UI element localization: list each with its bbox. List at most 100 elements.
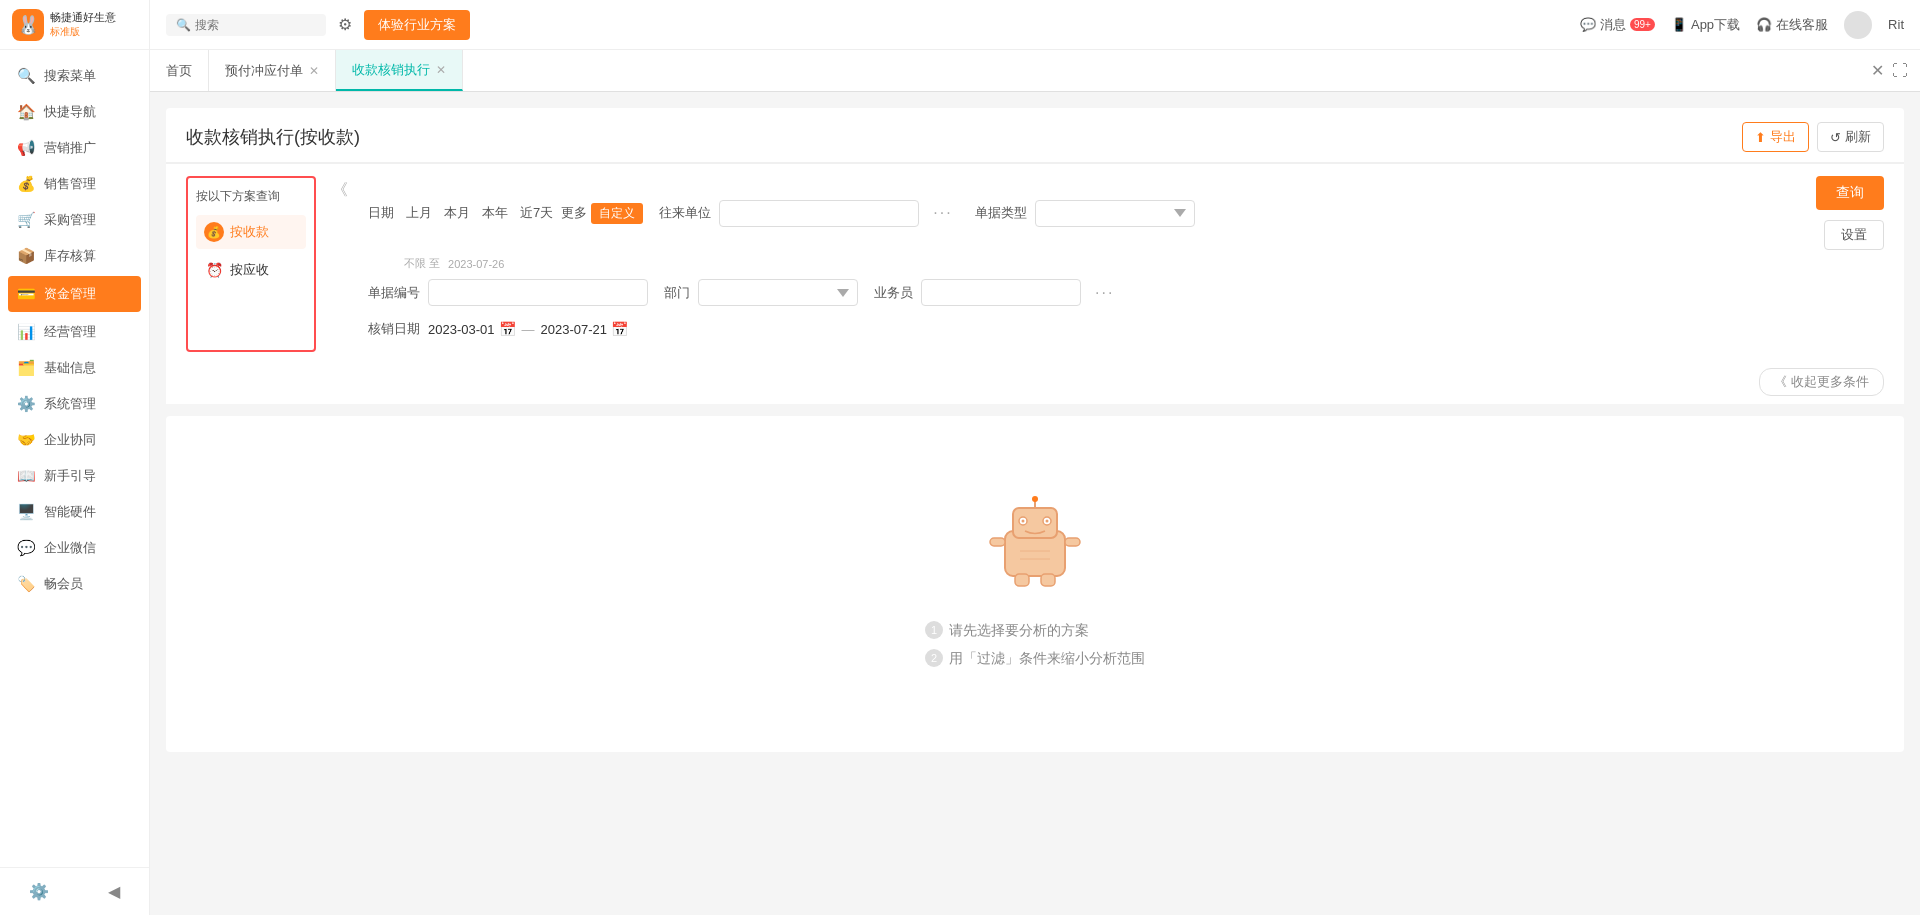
sidebar-item-operations[interactable]: 📊 经营管理 bbox=[0, 314, 149, 350]
counterparty-input[interactable] bbox=[719, 200, 919, 227]
date-last-7days[interactable]: 近7天 bbox=[516, 202, 557, 224]
tip-num-1: 1 bbox=[925, 621, 943, 639]
tip-text-1: 请先选择要分析的方案 bbox=[949, 616, 1089, 644]
date-more[interactable]: 更多 bbox=[561, 204, 587, 222]
sidebar-item-marketing[interactable]: 📢 营销推广 bbox=[0, 130, 149, 166]
voucher-no-input[interactable] bbox=[428, 279, 648, 306]
message-icon: 💬 bbox=[1580, 17, 1596, 32]
tab-home[interactable]: 首页 bbox=[150, 50, 209, 91]
sidebar-item-inventory[interactable]: 📦 库存核算 bbox=[0, 238, 149, 274]
collapse-more-bar: 《 收起更多条件 bbox=[166, 364, 1904, 404]
verify-end-calendar-icon[interactable]: 📅 bbox=[611, 321, 628, 337]
online-service-label: 在线客服 bbox=[1776, 16, 1828, 34]
verify-start-calendar-icon[interactable]: 📅 bbox=[499, 321, 516, 337]
export-label: 导出 bbox=[1770, 128, 1796, 146]
sidebar-item-wechat[interactable]: 💬 企业微信 bbox=[0, 530, 149, 566]
svg-point-5 bbox=[1046, 520, 1049, 523]
date-hint-group: 不限 至 2023-07-26 bbox=[368, 256, 504, 271]
counterparty-label: 往来单位 bbox=[659, 204, 711, 222]
sidebar-item-smart-hardware[interactable]: 🖥️ 智能硬件 bbox=[0, 494, 149, 530]
user-avatar[interactable] bbox=[1844, 11, 1872, 39]
collapse-sidebar-icon[interactable]: ◀ bbox=[100, 878, 128, 905]
date-this-year[interactable]: 本年 bbox=[478, 202, 512, 224]
onboarding-icon: 📖 bbox=[16, 467, 36, 485]
sidebar-item-sales[interactable]: 💰 销售管理 bbox=[0, 166, 149, 202]
sidebar-item-system[interactable]: ⚙️ 系统管理 bbox=[0, 386, 149, 422]
sidebar-item-purchase[interactable]: 🛒 采购管理 bbox=[0, 202, 149, 238]
svg-rect-8 bbox=[990, 538, 1005, 546]
date-last-month[interactable]: 上月 bbox=[402, 202, 436, 224]
gear-icon[interactable]: ⚙ bbox=[338, 15, 352, 34]
tab-receipt-label: 收款核销执行 bbox=[352, 61, 430, 79]
logo-icon: 🐰 bbox=[12, 9, 44, 41]
wechat-icon: 💬 bbox=[16, 539, 36, 557]
filter-option-by-receipt[interactable]: 💰 按收款 bbox=[196, 215, 306, 249]
filter-date-group: 日期 上月 本月 本年 近7天 更多 自定义 bbox=[368, 202, 643, 224]
tab-prepay[interactable]: 预付冲应付单 ✕ bbox=[209, 50, 336, 91]
tab-receipt-close[interactable]: ✕ bbox=[436, 63, 446, 77]
verify-start-wrap: 2023-03-01 📅 bbox=[428, 321, 516, 337]
tab-spacer bbox=[463, 50, 1859, 91]
sidebar-item-enterprise[interactable]: 🤝 企业协同 bbox=[0, 422, 149, 458]
sidebar-item-basic-info[interactable]: 🗂️ 基础信息 bbox=[0, 350, 149, 386]
employee-more-button[interactable]: ··· bbox=[1089, 280, 1120, 306]
sales-icon: 💰 bbox=[16, 175, 36, 193]
sidebar-item-onboarding[interactable]: 📖 新手引导 bbox=[0, 458, 149, 494]
collapse-more-button[interactable]: 《 收起更多条件 bbox=[1759, 368, 1884, 396]
date-custom[interactable]: 自定义 bbox=[591, 203, 643, 224]
sidebar-item-label: 库存核算 bbox=[44, 247, 96, 265]
filter-option1-label: 按收款 bbox=[230, 223, 269, 241]
download-icon: 📱 bbox=[1671, 17, 1687, 32]
filter-option-by-receivable[interactable]: ⏰ 按应收 bbox=[196, 253, 306, 287]
date-this-month[interactable]: 本月 bbox=[440, 202, 474, 224]
collapse-filter-button[interactable]: 《 bbox=[332, 176, 352, 352]
message-badge: 99+ bbox=[1630, 18, 1655, 31]
export-button[interactable]: ⬆ 导出 bbox=[1742, 122, 1809, 152]
username-label[interactable]: Rit bbox=[1888, 17, 1904, 32]
page-title-bar: 收款核销执行(按收款) ⬆ 导出 ↺ 刷新 bbox=[166, 108, 1904, 162]
filter-row-3: 核销日期 2023-03-01 📅 — 2023-07-21 📅 bbox=[368, 320, 1884, 338]
tab-expand-icon[interactable]: ⛶ bbox=[1892, 62, 1908, 80]
header-search-box[interactable]: 🔍 bbox=[166, 14, 326, 36]
filter-settings-button[interactable]: 设置 bbox=[1824, 220, 1884, 250]
app-logo: 🐰 畅捷通好生意 标准版 bbox=[0, 0, 149, 50]
online-service-button[interactable]: 🎧 在线客服 bbox=[1756, 16, 1828, 34]
tab-receipt[interactable]: 收款核销执行 ✕ bbox=[336, 50, 463, 91]
empty-tips: 1 请先选择要分析的方案 2 用「过滤」条件来缩小分析范围 bbox=[925, 616, 1145, 672]
employee-group: 业务员 ··· bbox=[874, 279, 1120, 306]
message-button[interactable]: 💬 消息 99+ bbox=[1580, 16, 1655, 34]
filter-form: 日期 上月 本月 本年 近7天 更多 自定义 往来单位 bbox=[368, 176, 1884, 352]
query-button[interactable]: 查询 bbox=[1816, 176, 1884, 210]
tab-prepay-close[interactable]: ✕ bbox=[309, 64, 319, 78]
verify-date-range: 2023-03-01 📅 — 2023-07-21 📅 bbox=[428, 321, 628, 337]
tip-text-2: 用「过滤」条件来缩小分析范围 bbox=[949, 644, 1145, 672]
app-download-button[interactable]: 📱 App下载 bbox=[1671, 16, 1740, 34]
employee-input[interactable] bbox=[921, 279, 1081, 306]
search-input[interactable] bbox=[195, 18, 316, 32]
tab-bar: 首页 预付冲应付单 ✕ 收款核销执行 ✕ ✕ ⛶ bbox=[150, 50, 1920, 92]
department-select[interactable] bbox=[698, 279, 858, 306]
sidebar-item-member[interactable]: 🏷️ 畅会员 bbox=[0, 566, 149, 602]
settings-icon[interactable]: ⚙️ bbox=[21, 878, 57, 905]
main-area: 🔍 ⚙ 体验行业方案 💬 消息 99+ 📱 App下载 🎧 在线客服 Rit bbox=[150, 0, 1920, 915]
sidebar-item-search-menu[interactable]: 🔍 搜索菜单 bbox=[0, 58, 149, 94]
sidebar-item-label: 基础信息 bbox=[44, 359, 96, 377]
sidebar-item-label: 销售管理 bbox=[44, 175, 96, 193]
refresh-button[interactable]: ↺ 刷新 bbox=[1817, 122, 1884, 152]
voucher-type-select[interactable] bbox=[1035, 200, 1195, 227]
query-actions: 查询 设置 bbox=[1816, 176, 1884, 250]
sidebar-item-quick-nav[interactable]: 🏠 快捷导航 bbox=[0, 94, 149, 130]
message-label: 消息 bbox=[1600, 16, 1626, 34]
search-icon: 🔍 bbox=[176, 18, 191, 32]
page-content: 收款核销执行(按收款) ⬆ 导出 ↺ 刷新 按以下方案查询 bbox=[150, 92, 1920, 915]
sidebar-item-label: 经营管理 bbox=[44, 323, 96, 341]
empty-tip-row-2: 2 用「过滤」条件来缩小分析范围 bbox=[925, 644, 1145, 672]
sidebar-item-finance[interactable]: 💳 资金管理 bbox=[8, 276, 141, 312]
date-options: 上月 本月 本年 近7天 更多 自定义 bbox=[402, 202, 643, 224]
page-card: 收款核销执行(按收款) ⬆ 导出 ↺ 刷新 按以下方案查询 bbox=[166, 108, 1904, 404]
counterparty-more-button[interactable]: ··· bbox=[927, 200, 958, 226]
industry-button[interactable]: 体验行业方案 bbox=[364, 10, 470, 40]
tab-close-icon[interactable]: ✕ bbox=[1871, 61, 1884, 80]
sidebar-item-label: 企业微信 bbox=[44, 539, 96, 557]
finance-icon: 💳 bbox=[16, 285, 36, 303]
